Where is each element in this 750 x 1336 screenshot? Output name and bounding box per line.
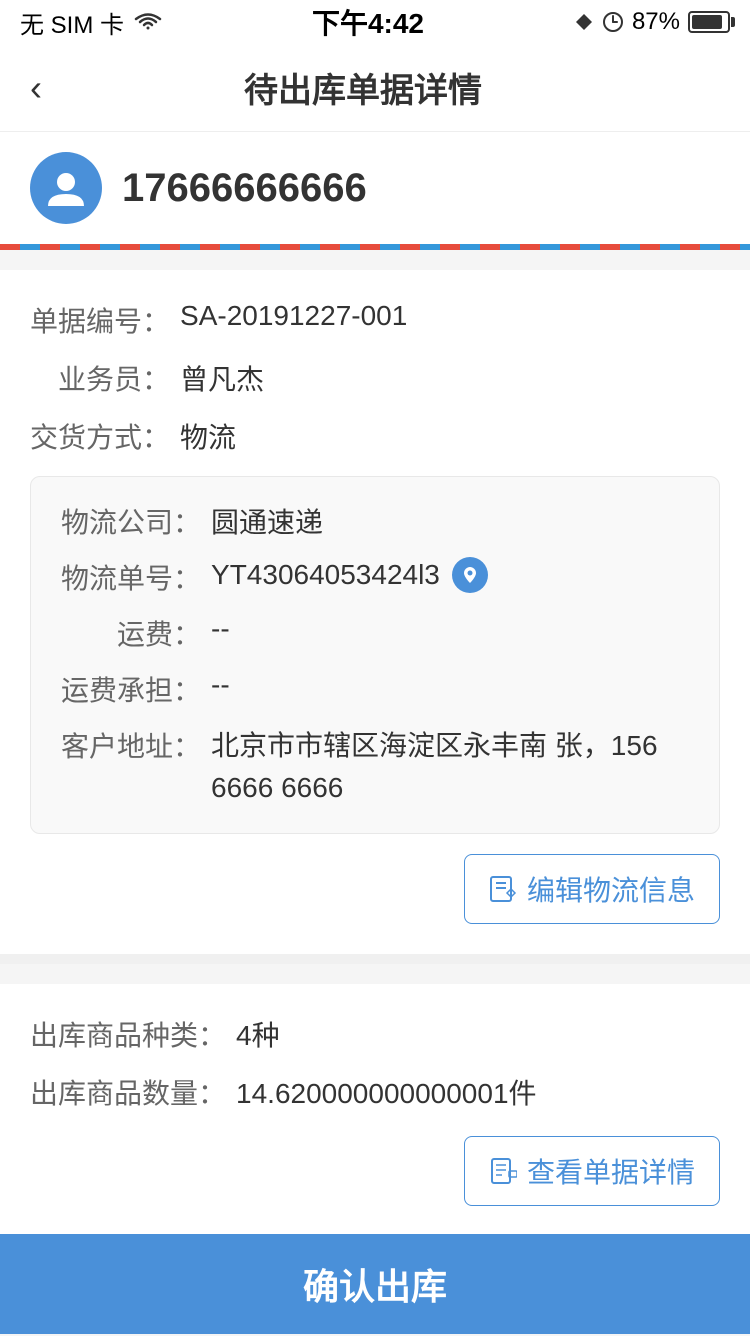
location-arrow-icon — [574, 12, 594, 32]
status-left: 无 SIM 卡 — [20, 5, 162, 40]
salesman-value: 曾凡杰 — [180, 358, 720, 398]
edit-icon — [489, 875, 517, 903]
product-quantity-value: 14.620000000000001件 — [236, 1072, 537, 1112]
clock-icon — [602, 11, 624, 33]
order-no-row: 单据编号： SA-20191227-001 — [30, 300, 720, 340]
page-title: 待出库单据详情 — [62, 63, 664, 112]
product-quantity-row: 出库商品数量： 14.620000000000001件 — [30, 1072, 720, 1112]
logistics-address-value: 北京市市辖区海淀区永丰南 张，156 6666 6666 — [211, 725, 689, 809]
edit-btn-row: 编辑物流信息 — [30, 854, 720, 924]
logistics-freight-value: -- — [211, 613, 689, 645]
user-header: 17666666666 — [0, 132, 750, 244]
salesman-row: 业务员： 曾凡杰 — [30, 358, 720, 398]
wifi-icon — [134, 12, 162, 32]
logistics-company-label: 物流公司： — [61, 501, 201, 541]
product-types-value: 4种 — [236, 1014, 280, 1054]
logistics-company-row: 物流公司： 圆通速递 — [61, 501, 689, 541]
view-btn-row: 查看单据详情 — [30, 1136, 720, 1206]
gray-divider — [0, 954, 750, 964]
salesman-label: 业务员： — [30, 358, 170, 398]
document-icon — [489, 1157, 517, 1185]
back-button[interactable]: ‹ — [30, 70, 42, 106]
logistics-company-value: 圆通速递 — [211, 501, 689, 541]
logistics-tracking-row: 物流单号： YT43064053424l3 — [61, 557, 689, 597]
edit-logistics-button[interactable]: 编辑物流信息 — [464, 854, 720, 924]
status-bar: 无 SIM 卡 下午4:42 87% — [0, 0, 750, 44]
person-icon — [44, 166, 88, 210]
battery-icon — [688, 11, 730, 33]
logistics-freight-row: 运费： -- — [61, 613, 689, 653]
tracking-no-text: YT43064053424l3 — [211, 559, 440, 591]
order-info-section: 单据编号： SA-20191227-001 业务员： 曾凡杰 交货方式： 物流 … — [0, 270, 750, 954]
map-pin-icon[interactable] — [452, 557, 488, 593]
nav-bar: ‹ 待出库单据详情 — [0, 44, 750, 132]
logistics-tracking-value-container: YT43064053424l3 — [211, 557, 689, 593]
delivery-label: 交货方式： — [30, 416, 170, 456]
battery-percent: 87% — [632, 8, 680, 36]
stats-section: 出库商品种类： 4种 出库商品数量： 14.620000000000001件 查… — [0, 984, 750, 1236]
logistics-tracking-label: 物流单号： — [61, 557, 201, 597]
order-no-value: SA-20191227-001 — [180, 300, 720, 332]
logistics-freight-label: 运费： — [61, 613, 201, 653]
order-no-label: 单据编号： — [30, 300, 170, 340]
logistics-freight-bear-value: -- — [211, 669, 689, 701]
status-right: 87% — [574, 8, 730, 36]
content-area: 17666666666 单据编号： SA-20191227-001 业务员： 曾… — [0, 132, 750, 1336]
delivery-value: 物流 — [180, 416, 720, 456]
dashed-separator — [0, 244, 750, 250]
logistics-address-label: 客户地址： — [61, 725, 201, 765]
confirm-outbound-button[interactable]: 确认出库 — [0, 1234, 750, 1334]
view-details-label: 查看单据详情 — [527, 1151, 695, 1191]
logistics-address-row: 客户地址： 北京市市辖区海淀区永丰南 张，156 6666 6666 — [61, 725, 689, 809]
user-phone: 17666666666 — [122, 166, 367, 211]
status-time: 下午4:42 — [312, 2, 424, 42]
delivery-row: 交货方式： 物流 — [30, 416, 720, 456]
confirm-outbound-label: 确认出库 — [303, 1258, 447, 1310]
product-quantity-label: 出库商品数量： — [30, 1072, 226, 1112]
product-types-label: 出库商品种类： — [30, 1014, 226, 1054]
product-types-row: 出库商品种类： 4种 — [30, 1014, 720, 1054]
edit-logistics-label: 编辑物流信息 — [527, 869, 695, 909]
logistics-card: 物流公司： 圆通速递 物流单号： YT43064053424l3 运费： — [30, 476, 720, 834]
logistics-freight-bear-label: 运费承担： — [61, 669, 201, 709]
view-details-button[interactable]: 查看单据详情 — [464, 1136, 720, 1206]
avatar — [30, 152, 102, 224]
logistics-freight-bear-row: 运费承担： -- — [61, 669, 689, 709]
carrier-text: 无 SIM 卡 — [20, 5, 124, 40]
